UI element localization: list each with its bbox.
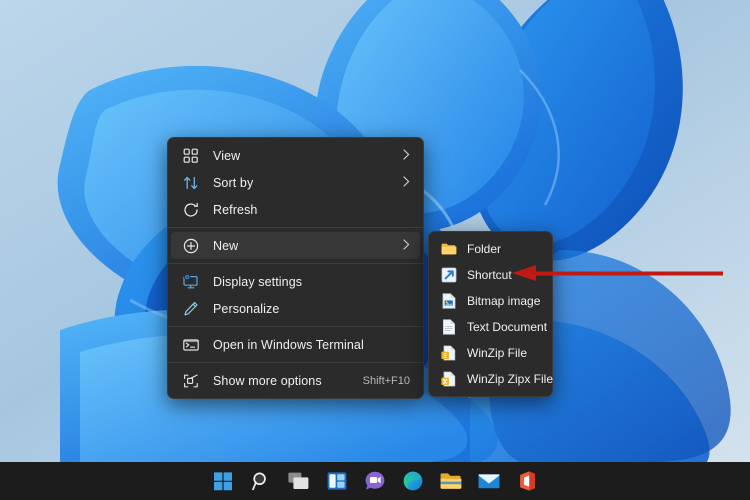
chat-teams-icon [364, 470, 386, 492]
search-icon [250, 470, 272, 492]
submenu-item-label: Folder [467, 242, 502, 256]
sort-arrows-icon [181, 174, 201, 192]
menu-item-show-more-options[interactable]: Show more options Shift+F10 [171, 367, 420, 394]
taskbar-button-widgets[interactable] [324, 468, 350, 494]
edge-browser-icon [402, 470, 424, 492]
menu-item-label: Open in Windows Terminal [213, 337, 364, 352]
widgets-icon [326, 470, 348, 492]
menu-item-label: New [213, 238, 239, 253]
menu-separator [168, 362, 423, 363]
menu-item-display-settings[interactable]: Display settings [171, 268, 420, 295]
submenu-item-winzip-file[interactable]: WinZip File [432, 340, 549, 366]
menu-item-label: Display settings [213, 274, 303, 289]
taskbar-button-file-explorer[interactable] [438, 468, 464, 494]
submenu-item-label: Bitmap image [467, 294, 541, 308]
submenu-item-bitmap-image[interactable]: Bitmap image [432, 288, 549, 314]
menu-item-refresh[interactable]: Refresh [171, 196, 420, 223]
menu-item-open-in-windows-terminal[interactable]: Open in Windows Terminal [171, 331, 420, 358]
menu-item-label: Personalize [213, 301, 280, 316]
view-grid-icon [181, 147, 201, 165]
display-settings-icon [181, 273, 201, 291]
new-submenu[interactable]: Folder Shortcut Bitmap image Text Document W… [428, 231, 553, 397]
file-explorer-icon [439, 470, 463, 492]
submenu-item-label: Text Document [467, 320, 548, 334]
menu-item-sort-by[interactable]: Sort by [171, 169, 420, 196]
chevron-right-icon [403, 148, 410, 163]
taskbar-button-microsoft-edge[interactable] [400, 468, 426, 494]
menu-separator [168, 227, 423, 228]
folder-icon [440, 240, 458, 258]
menu-separator [168, 263, 423, 264]
windows-desktop-screen: View Sort by Refresh New Display settings Per… [0, 0, 750, 500]
terminal-icon [181, 336, 201, 354]
submenu-item-text-document[interactable]: Text Document [432, 314, 549, 340]
submenu-item-label: WinZip File [467, 346, 528, 360]
taskbar-button-search[interactable] [248, 468, 274, 494]
submenu-item-shortcut[interactable]: Shortcut [432, 262, 549, 288]
submenu-item-winzip-zipx-file[interactable]: WinZip Zipx File [432, 366, 553, 392]
taskbar-button-mail[interactable] [476, 468, 502, 494]
taskbar-icon-group [210, 468, 540, 494]
submenu-item-label: Shortcut [467, 268, 512, 282]
chevron-right-icon [403, 238, 410, 253]
menu-item-personalize[interactable]: Personalize [171, 295, 420, 322]
menu-item-new[interactable]: New [171, 232, 420, 259]
winzip-zipx-icon [440, 370, 458, 388]
desktop-context-menu[interactable]: View Sort by Refresh New Display settings Per… [167, 137, 424, 399]
menu-item-label: Refresh [213, 202, 258, 217]
menu-item-label: View [213, 148, 241, 163]
office-icon [516, 470, 538, 492]
taskbar-button-start[interactable] [210, 468, 236, 494]
expand-icon [181, 372, 201, 390]
text-document-icon [440, 318, 458, 336]
bitmap-image-icon [440, 292, 458, 310]
winzip-file-icon [440, 344, 458, 362]
menu-item-label: Sort by [213, 175, 254, 190]
submenu-item-label: WinZip Zipx File [467, 372, 554, 386]
mail-icon [477, 470, 501, 492]
task-view-icon [287, 470, 311, 492]
shortcut-icon [440, 266, 458, 284]
chevron-right-icon [403, 175, 410, 190]
menu-item-shortcut-key: Shift+F10 [362, 374, 410, 387]
menu-item-label: Show more options [213, 373, 322, 388]
taskbar-button-office[interactable] [514, 468, 540, 494]
refresh-icon [181, 201, 201, 219]
menu-item-view[interactable]: View [171, 142, 420, 169]
submenu-item-folder[interactable]: Folder [432, 236, 549, 262]
taskbar[interactable] [0, 462, 750, 500]
menu-separator [168, 326, 423, 327]
taskbar-button-chat[interactable] [362, 468, 388, 494]
pencil-icon [181, 300, 201, 318]
windows-start-icon [212, 470, 234, 492]
plus-circle-icon [181, 237, 201, 255]
taskbar-button-task-view[interactable] [286, 468, 312, 494]
